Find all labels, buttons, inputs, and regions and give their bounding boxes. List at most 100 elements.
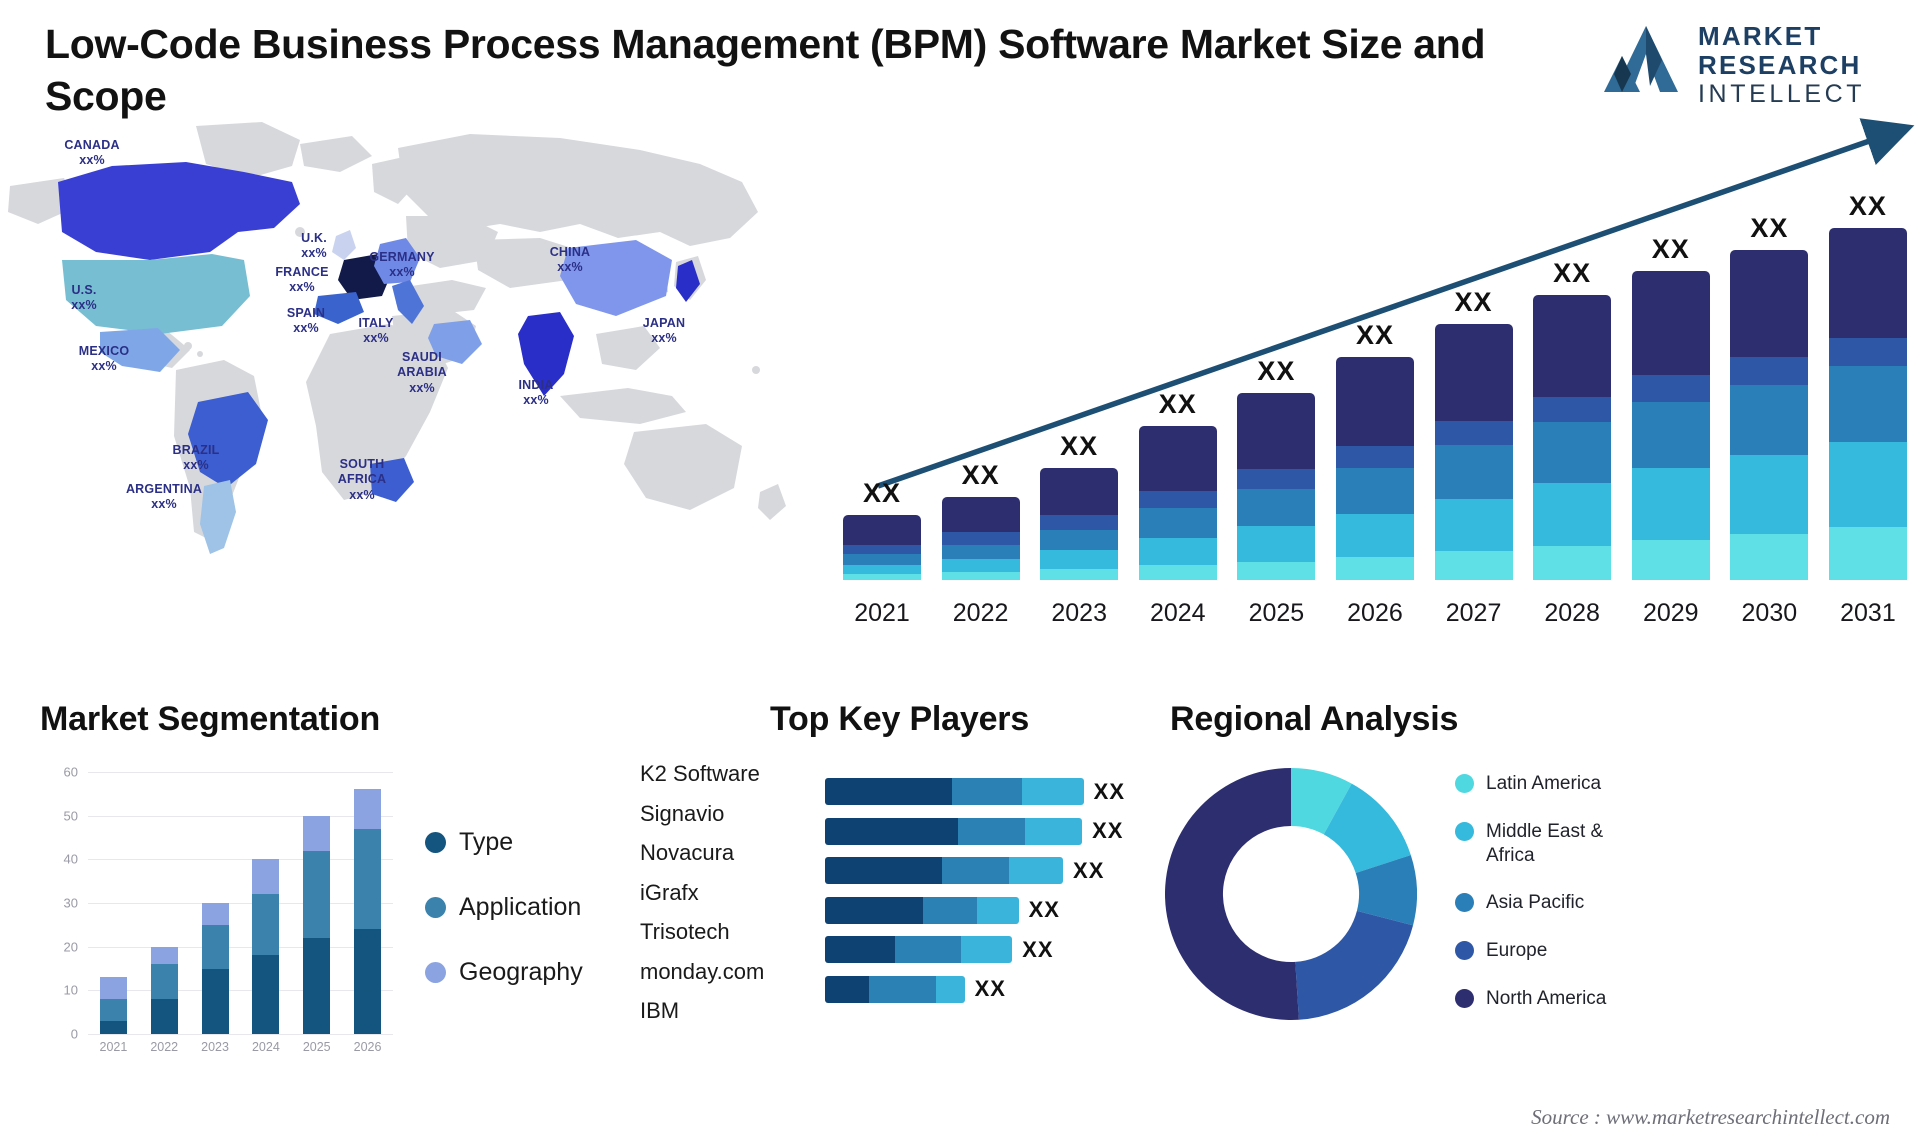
forecast-segment-segment-2 [1237,526,1316,562]
key-player-row: XX [825,970,1125,1010]
regional-legend-item: North America [1455,987,1636,1011]
segmentation-bar-2022 [141,946,187,1034]
segmentation-y-tick: 30 [63,895,78,911]
segmentation-segment-type [99,1020,127,1034]
key-player-segment-part-2 [951,778,1022,806]
forecast-segment-segment-1 [1040,568,1119,580]
forecast-segment-segment-5 [1631,271,1710,376]
forecast-segment-segment-5 [1040,468,1119,515]
forecast-segment-segment-5 [1828,228,1907,338]
segmentation-legend-label: Geography [459,958,583,986]
forecast-value-label: XX [1355,320,1394,351]
key-player-segment-part-2 [894,936,962,964]
key-player-segment-part-2 [942,857,1010,885]
key-player-row: XX [825,891,1125,931]
forecast-segment-segment-5 [1237,392,1316,470]
segmentation-y-tick: 50 [63,808,78,824]
forecast-bar-2029: XX [1629,234,1713,580]
segmentation-x-label: 2023 [201,1040,229,1054]
forecast-segment-segment-4 [1237,469,1316,489]
logo-text: MARKET RESEARCH INTELLECT [1698,21,1908,109]
forecast-year-axis: 2021 2022 2023 2024 2025 2026 2027 2028 2029 2030… [840,599,1910,628]
segmentation-bar-2024 [243,859,289,1034]
forecast-segment-segment-2 [1040,550,1119,569]
top-key-players-title: Top Key Players [770,700,1030,738]
forecast-bar-stack [1730,249,1809,580]
map-label-south-africa: SOUTH AFRICA xx% [337,457,387,502]
forecast-year-label: 2027 [1445,599,1502,627]
segmentation-segment-geography [303,815,331,851]
market-segmentation-plot: 0 10 20 30 40 50 60 [64,765,393,1042]
forecast-year-label: 2024 [1149,599,1206,627]
segmentation-segment-type [354,929,382,1034]
forecast-segment-segment-1 [1237,561,1316,580]
key-player-row: XX [825,772,1125,812]
forecast-segment-segment-3 [1434,445,1513,499]
segmentation-segment-type [303,937,331,1034]
forecast-bar-stack [1533,295,1612,580]
forecast-value-label: XX [862,477,902,508]
segmentation-gridline [88,1034,393,1035]
forecast-year-label: 2021 [854,599,910,627]
regional-legend-item: Latin America [1455,772,1636,796]
forecast-segment-segment-3 [1040,529,1119,551]
key-player-segment-part-1 [825,778,952,806]
regional-legend-label: Middle East & Africa [1486,820,1604,866]
forecast-segment-segment-4 [1631,375,1710,402]
forecast-segment-segment-3 [1730,384,1809,456]
key-player-bar [825,817,1083,845]
key-player-value-label: XX [1028,897,1060,923]
infographic-page: Low-Code Business Process Management (BP… [0,0,1920,1146]
key-player-segment-part-2 [869,975,937,1003]
forecast-segment-segment-2 [941,559,1020,573]
segmentation-segment-application [303,850,331,938]
regional-legend-label: Asia Pacific [1486,892,1585,914]
forecast-segment-segment-2 [843,565,921,575]
map-label-france: FRANCE xx% [275,265,329,295]
key-player-value-label: XX [974,976,1006,1002]
forecast-bar-stack [1434,324,1513,580]
forecast-year-label: 2023 [1051,599,1107,627]
forecast-bar-2028: XX [1530,258,1614,580]
forecast-value-label: XX [1553,258,1592,289]
forecast-bar-stack [1138,425,1217,580]
market-segmentation-panel: Market Segmentation 0 10 20 30 40 50 60 2021 20… [40,700,640,1130]
regional-legend-item: Middle East & Africa [1455,820,1636,868]
forecast-segment-segment-2 [1828,441,1907,528]
forecast-bar-2027: XX [1432,287,1516,580]
key-player-name: Novacura [640,840,735,865]
forecast-year-label: 2025 [1248,599,1305,627]
forecast-value-label: XX [1750,212,1789,243]
map-label-italy: ITALY xx% [358,316,394,346]
forecast-segment-segment-4 [1828,337,1907,367]
key-player-segment-part-3 [936,975,965,1003]
key-player-name: monday.com [640,958,765,984]
key-player-name: K2 Software [640,761,760,786]
forecast-value-label: XX [1060,431,1099,461]
forecast-chart: XX XX XX XX XX XX XX XX XX XX XX 2021 2022 2023 2024 2… [830,118,1920,638]
key-player-name-list: K2 Software Signavio Novacura iGrafx Trisote… [640,754,810,1031]
forecast-segment-segment-2 [1533,482,1612,546]
segmentation-bar-2023 [192,903,238,1034]
segmentation-segment-application [354,828,382,930]
forecast-segment-segment-5 [1730,249,1809,358]
map-label-argentina: ARGENTINA xx% [125,482,203,512]
key-player-name: Signavio [640,800,725,826]
segmentation-segment-application [252,894,280,956]
forecast-segment-segment-4 [843,544,921,554]
segmentation-bar-2025 [294,815,340,1034]
key-player-segment-part-1 [825,817,959,845]
donut-slice-europe [1295,910,1414,1020]
forecast-bar-2031: XX [1826,191,1910,580]
segmentation-x-axis: 2021 2022 2023 2024 2025 2026 [88,1040,393,1054]
legend-dot-icon [425,897,446,918]
key-player-bar [825,896,1019,924]
regional-analysis-panel: Regional Analysis Latin America Middle Ea… [1110,700,1920,1130]
forecast-value-label: XX [1257,355,1296,386]
legend-dot-icon [425,832,446,853]
map-label-saudi-arabia: SAUDI ARABIA xx% [397,350,447,395]
map-label-canada: CANADA xx% [64,138,120,168]
map-country-canada [58,162,300,260]
segmentation-x-label: 2021 [99,1040,128,1054]
forecast-segment-segment-4 [1335,446,1414,469]
